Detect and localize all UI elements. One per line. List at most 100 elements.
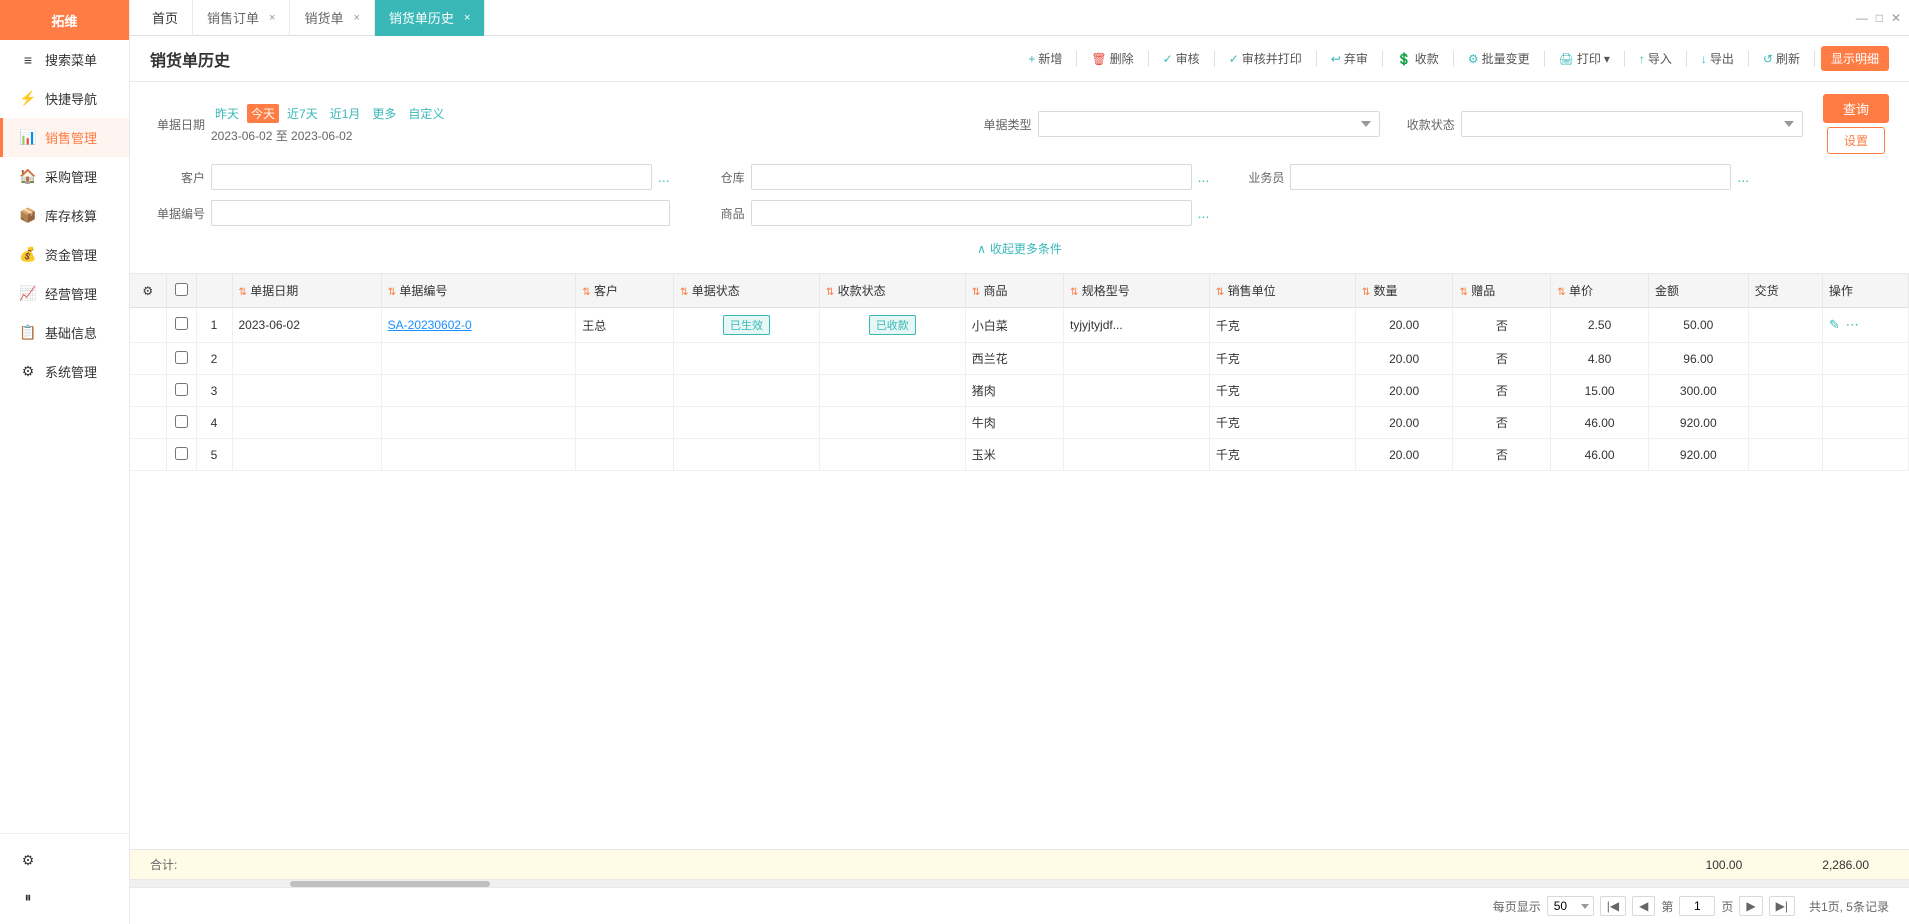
shortcut-7days[interactable]: 近7天	[283, 104, 322, 123]
delete-button[interactable]: 🗑 删除	[1083, 46, 1141, 71]
th-spec[interactable]: ⇅ 规格型号	[1064, 274, 1210, 308]
customer-input[interactable]	[211, 164, 652, 190]
td-doc-number[interactable]: SA-20230602-0	[381, 308, 576, 343]
tab-sales-delivery[interactable]: 销货单 ×	[290, 0, 374, 36]
warehouse-input[interactable]	[751, 164, 1192, 190]
batch-change-button[interactable]: ⚙ 批量变更	[1460, 46, 1538, 71]
th-doc-number[interactable]: ⇅ 单据编号	[381, 274, 576, 308]
sidebar-item-inventory[interactable]: 📦 库存核算	[0, 196, 129, 235]
import-button[interactable]: ↑ 导入	[1631, 46, 1680, 71]
page-first-button[interactable]: |◀	[1600, 896, 1626, 916]
th-qty[interactable]: ⇅ 数量	[1355, 274, 1453, 308]
refresh-button[interactable]: ↺ 刷新	[1755, 46, 1808, 71]
sidebar-item-finance-mgmt[interactable]: 💰 资金管理	[0, 235, 129, 274]
scrollbar-thumb[interactable]	[290, 881, 490, 887]
row-checkbox-2[interactable]	[175, 383, 188, 396]
row-checkbox-3[interactable]	[175, 415, 188, 428]
export-button[interactable]: ↓ 导出	[1693, 46, 1742, 71]
row-checkbox-0[interactable]	[175, 317, 188, 330]
collapse-button[interactable]: ∧ 收起更多条件	[150, 236, 1889, 261]
td-doc-number[interactable]	[381, 439, 576, 471]
more-icon[interactable]: ⋯	[1846, 317, 1859, 333]
td-goods: 猪肉	[965, 375, 1063, 407]
tab-sales-delivery-close[interactable]: ×	[353, 12, 359, 24]
settings-button[interactable]: 设置	[1827, 127, 1885, 154]
shortcut-custom[interactable]: 自定义	[404, 104, 448, 123]
audit-button[interactable]: ✓ 审核	[1155, 46, 1208, 71]
show-detail-button[interactable]: 显示明细	[1821, 46, 1889, 71]
sidebar-item-bottom1[interactable]: ⚙	[0, 842, 129, 879]
td-check[interactable]	[166, 407, 196, 439]
discard-button[interactable]: ↩ 弃审	[1323, 46, 1376, 71]
page-prev-button[interactable]: ◀	[1632, 896, 1655, 916]
print-button[interactable]: 🖨 打印 ▾	[1551, 46, 1618, 71]
sidebar-item-sales-mgmt[interactable]: 📊 销售管理	[0, 118, 129, 157]
row-checkbox-1[interactable]	[175, 351, 188, 364]
collect-button[interactable]: 💲 收款	[1389, 46, 1447, 71]
th-doc-date[interactable]: ⇅ 单据日期	[232, 274, 381, 308]
td-payment-status	[819, 407, 965, 439]
page-next-button[interactable]: ▶	[1739, 896, 1762, 916]
horizontal-scrollbar[interactable]	[130, 879, 1909, 887]
sidebar-item-bottom2[interactable]: ⏸	[0, 879, 129, 916]
sidebar-item-basic-info[interactable]: 📋 基础信息	[0, 313, 129, 352]
doc-number-input[interactable]	[211, 200, 670, 226]
th-payment-status[interactable]: ⇅ 收款状态	[819, 274, 965, 308]
salesperson-dots[interactable]: ...	[1737, 169, 1749, 185]
tab-sales-order-close[interactable]: ×	[269, 12, 275, 24]
th-doc-status[interactable]: ⇅ 单据状态	[674, 274, 820, 308]
edit-icon[interactable]: ✎	[1829, 317, 1840, 333]
page-last-button[interactable]: ▶|	[1769, 896, 1795, 916]
row-checkbox-4[interactable]	[175, 447, 188, 460]
th-goods[interactable]: ⇅ 商品	[965, 274, 1063, 308]
th-gear[interactable]: ⚙	[130, 274, 166, 308]
maximize-icon[interactable]: □	[1876, 11, 1883, 25]
td-check[interactable]	[166, 343, 196, 375]
tab-sales-order[interactable]: 销售订单 ×	[193, 0, 290, 36]
td-check[interactable]	[166, 308, 196, 343]
tab-sales-history-close[interactable]: ×	[464, 12, 470, 24]
salesperson-input[interactable]	[1290, 164, 1731, 190]
th-check[interactable]	[166, 274, 196, 308]
audit-print-button[interactable]: ✓ 审核并打印	[1221, 46, 1310, 71]
tab-sales-delivery-label: 销货单	[304, 8, 343, 27]
shortcut-more[interactable]: 更多	[368, 104, 400, 123]
td-transaction	[1748, 375, 1822, 407]
customer-dots[interactable]: ...	[658, 169, 670, 185]
goods-input[interactable]	[751, 200, 1192, 226]
date-group: 昨天 今天 近7天 近1月 更多 自定义 2023-06-02 至 2023-0…	[211, 104, 448, 144]
td-check[interactable]	[166, 439, 196, 471]
minimize-icon[interactable]: —	[1856, 11, 1868, 25]
sidebar-item-quick-nav[interactable]: ⚡ 快捷导航	[0, 79, 129, 118]
payment-status-select[interactable]	[1461, 111, 1803, 137]
tab-sales-history[interactable]: 销货单历史 ×	[375, 0, 485, 36]
goods-dots[interactable]: ...	[1198, 205, 1210, 221]
shortcut-yesterday[interactable]: 昨天	[211, 104, 243, 123]
tab-home[interactable]: 首页	[138, 0, 193, 36]
page-size-select[interactable]: 10 20 50 100	[1547, 896, 1594, 916]
tab-sales-order-label: 销售订单	[207, 8, 259, 27]
divider9	[1686, 51, 1687, 67]
td-doc-number[interactable]	[381, 375, 576, 407]
select-all-checkbox[interactable]	[175, 283, 188, 296]
td-spec	[1064, 375, 1210, 407]
th-unit-price[interactable]: ⇅ 单价	[1551, 274, 1649, 308]
shortcut-today[interactable]: 今天	[247, 104, 279, 123]
sidebar-item-search-menu[interactable]: ≡ 搜索菜单	[0, 40, 129, 79]
page-number-input[interactable]	[1679, 896, 1715, 916]
td-check[interactable]	[166, 375, 196, 407]
warehouse-dots[interactable]: ...	[1198, 169, 1210, 185]
add-button[interactable]: + 新增	[1020, 46, 1070, 71]
doc-type-select[interactable]	[1038, 111, 1380, 137]
sidebar-item-system-mgmt[interactable]: ⚙ 系统管理	[0, 352, 129, 391]
close-window-icon[interactable]: ✕	[1891, 11, 1901, 25]
sidebar-item-purchase-mgmt[interactable]: 🏠 采购管理	[0, 157, 129, 196]
sidebar-item-operations-mgmt[interactable]: 📈 经营管理	[0, 274, 129, 313]
td-doc-number[interactable]	[381, 407, 576, 439]
th-unit[interactable]: ⇅ 销售单位	[1209, 274, 1355, 308]
th-customer[interactable]: ⇅ 客户	[576, 274, 674, 308]
shortcut-1month[interactable]: 近1月	[326, 104, 365, 123]
td-doc-number[interactable]	[381, 343, 576, 375]
th-gift[interactable]: ⇅ 赠品	[1453, 274, 1551, 308]
query-button[interactable]: 查询	[1823, 94, 1889, 123]
